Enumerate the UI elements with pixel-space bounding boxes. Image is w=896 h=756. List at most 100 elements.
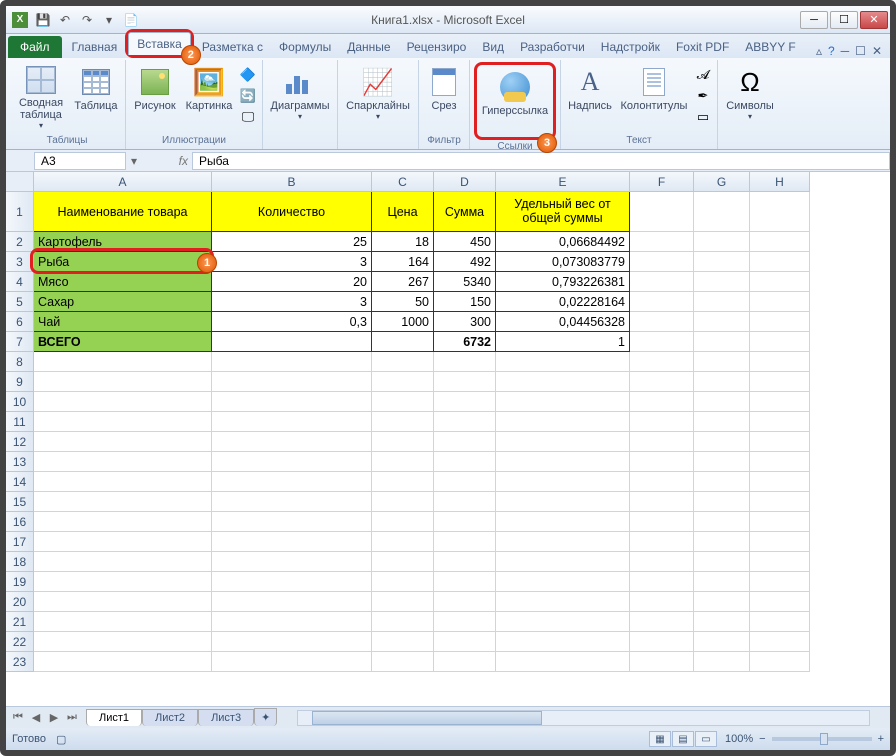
cell[interactable]	[34, 492, 212, 512]
cell[interactable]	[434, 552, 496, 572]
row-header[interactable]: 20	[6, 592, 34, 612]
doc-minimize-icon[interactable]: ─	[841, 44, 850, 58]
cell[interactable]	[694, 552, 750, 572]
cell[interactable]	[34, 352, 212, 372]
cell[interactable]	[34, 592, 212, 612]
qat-more-icon[interactable]: ▾	[100, 11, 118, 29]
cell[interactable]: 492	[434, 252, 496, 272]
cell[interactable]	[212, 372, 372, 392]
sheet-nav-prev-icon[interactable]: ◀	[28, 711, 44, 724]
formula-input[interactable]: Рыба	[192, 152, 890, 170]
cell[interactable]	[434, 532, 496, 552]
cell[interactable]	[630, 432, 694, 452]
cell[interactable]	[496, 592, 630, 612]
zoom-slider[interactable]	[772, 737, 872, 741]
cell[interactable]	[372, 372, 434, 392]
screenshot-icon[interactable]: 🖵	[238, 108, 258, 126]
cell[interactable]	[372, 532, 434, 552]
cell[interactable]	[694, 572, 750, 592]
cell[interactable]	[630, 192, 694, 232]
cell[interactable]	[212, 612, 372, 632]
cell[interactable]	[434, 592, 496, 612]
col-header-G[interactable]: G	[694, 172, 750, 192]
row-header[interactable]: 22	[6, 632, 34, 652]
cell[interactable]	[630, 532, 694, 552]
tab-home[interactable]: Главная	[64, 36, 126, 58]
cell[interactable]	[34, 632, 212, 652]
cell[interactable]: 0,04456328	[496, 312, 630, 332]
cell[interactable]	[694, 592, 750, 612]
cell[interactable]: Удельный вес от общей суммы	[496, 192, 630, 232]
cell[interactable]	[750, 232, 810, 252]
qat-extra-icon[interactable]: 📄	[122, 11, 140, 29]
cell[interactable]	[372, 492, 434, 512]
cell[interactable]	[630, 512, 694, 532]
cell[interactable]: Картофель	[34, 232, 212, 252]
cell[interactable]	[212, 392, 372, 412]
cell[interactable]	[496, 472, 630, 492]
cell[interactable]: 3	[212, 252, 372, 272]
tab-data[interactable]: Данные	[339, 36, 398, 58]
cell[interactable]	[694, 292, 750, 312]
textbox-button[interactable]: A Надпись	[565, 62, 615, 130]
clipart-button[interactable]: 🖼️ Картинка	[182, 62, 236, 130]
cell[interactable]	[372, 592, 434, 612]
cell[interactable]	[434, 472, 496, 492]
sheet-tab-2[interactable]: Лист2	[142, 709, 198, 726]
smartart-icon[interactable]: 🔄	[238, 87, 258, 105]
cell[interactable]	[212, 592, 372, 612]
cell[interactable]	[496, 392, 630, 412]
cell[interactable]	[434, 512, 496, 532]
cell[interactable]: 6732	[434, 332, 496, 352]
cell[interactable]	[496, 452, 630, 472]
cell[interactable]	[434, 432, 496, 452]
cell[interactable]	[750, 512, 810, 532]
cell[interactable]	[630, 252, 694, 272]
cell[interactable]	[694, 652, 750, 672]
save-icon[interactable]: 💾	[34, 11, 52, 29]
cell[interactable]	[434, 412, 496, 432]
cell[interactable]	[34, 432, 212, 452]
cell[interactable]: Мясо	[34, 272, 212, 292]
shapes-icon[interactable]: 🔷	[238, 66, 258, 84]
cell[interactable]	[694, 532, 750, 552]
row-header[interactable]: 10	[6, 392, 34, 412]
sheet-tab-3[interactable]: Лист3	[198, 709, 254, 726]
hyperlink-button[interactable]: Гиперссылка	[479, 67, 551, 135]
cell[interactable]	[496, 372, 630, 392]
cell[interactable]	[630, 452, 694, 472]
row-header[interactable]: 2	[6, 232, 34, 252]
cell[interactable]	[750, 592, 810, 612]
minimize-button[interactable]: ─	[800, 11, 828, 29]
col-header-H[interactable]: H	[750, 172, 810, 192]
cell[interactable]	[212, 532, 372, 552]
col-header-F[interactable]: F	[630, 172, 694, 192]
cell[interactable]	[750, 652, 810, 672]
wordart-icon[interactable]: 𝓐	[693, 66, 713, 84]
tab-abbyy[interactable]: ABBYY F	[737, 36, 803, 58]
cell[interactable]	[34, 392, 212, 412]
cell[interactable]	[694, 492, 750, 512]
symbols-button[interactable]: Ω Символы ▾	[722, 62, 778, 130]
maximize-button[interactable]: ☐	[830, 11, 858, 29]
cell[interactable]	[496, 532, 630, 552]
cell[interactable]	[630, 612, 694, 632]
cell[interactable]: 0,073083779	[496, 252, 630, 272]
cell[interactable]	[630, 292, 694, 312]
cell[interactable]	[34, 512, 212, 532]
cell[interactable]	[694, 192, 750, 232]
cell[interactable]	[694, 632, 750, 652]
cell[interactable]	[750, 432, 810, 452]
cell[interactable]	[630, 232, 694, 252]
tab-foxit[interactable]: Foxit PDF	[668, 36, 737, 58]
cell[interactable]	[630, 652, 694, 672]
row-header[interactable]: 16	[6, 512, 34, 532]
row-header[interactable]: 21	[6, 612, 34, 632]
cell[interactable]	[496, 432, 630, 452]
cell[interactable]	[212, 412, 372, 432]
cell[interactable]	[434, 372, 496, 392]
cell[interactable]	[630, 272, 694, 292]
cell[interactable]	[496, 412, 630, 432]
object-icon[interactable]: ▭	[693, 108, 713, 126]
cell[interactable]	[372, 412, 434, 432]
